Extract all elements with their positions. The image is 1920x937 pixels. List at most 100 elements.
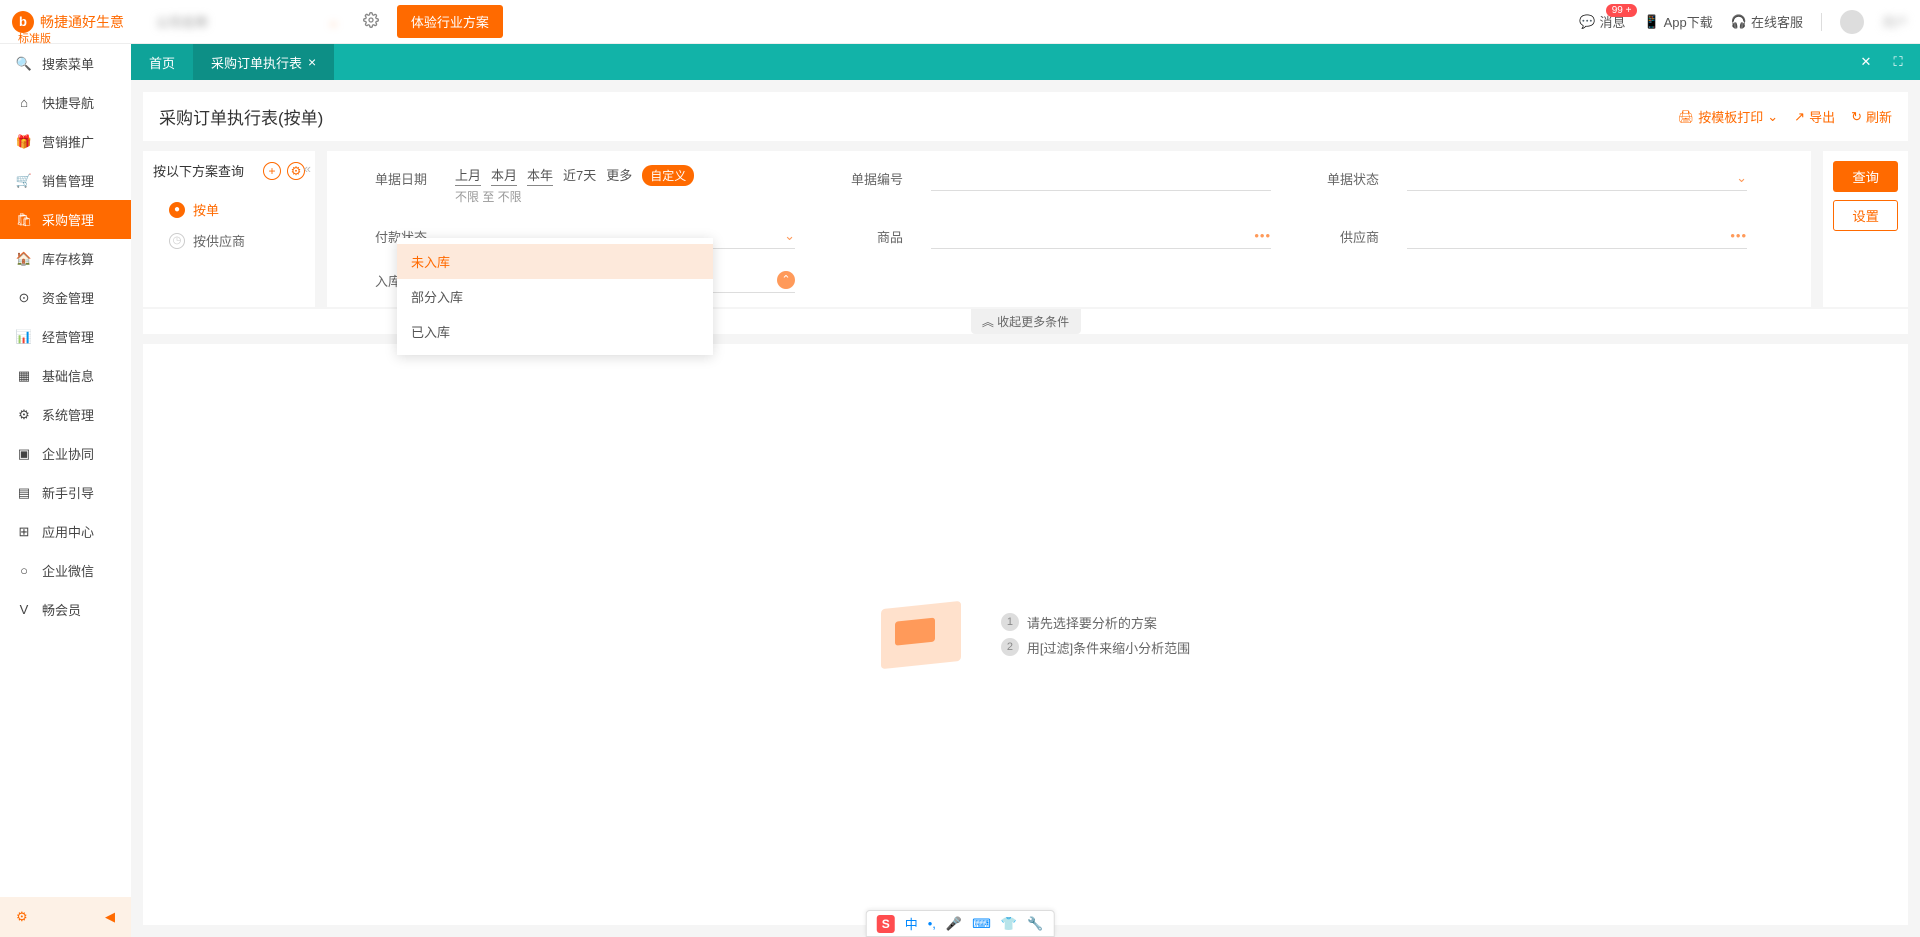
app-download-button[interactable]: 📱 App下载 — [1643, 12, 1712, 31]
book-icon: ▤ — [16, 485, 32, 501]
sidebar-item-finance[interactable]: ⊙资金管理 — [0, 278, 131, 317]
mobile-icon: 📱 — [1643, 14, 1659, 30]
ime-tools-icon[interactable]: 🔧 — [1027, 916, 1043, 932]
date-range: 不限 至 不限 — [455, 188, 795, 205]
instock-dropdown: 未入库 部分入库 已入库 — [397, 238, 713, 355]
query-panel: 按以下方案查询 + ⚙ « ●按单 ◷按供应商 — [143, 151, 315, 307]
logo-text: 畅捷通好生意 — [40, 12, 124, 32]
settings-icon: ⚙ — [16, 407, 32, 423]
chevron-up-icon: ⌃ — [777, 271, 795, 289]
bag-icon: 🛍 — [16, 212, 32, 228]
scheme-settings-icon[interactable]: ⚙ — [287, 162, 305, 180]
add-scheme-icon[interactable]: + — [263, 162, 281, 180]
sidebar-item-business[interactable]: 📊经营管理 — [0, 317, 131, 356]
ime-logo-icon[interactable]: S — [877, 915, 895, 933]
vip-icon: V — [16, 602, 32, 618]
double-up-icon: ︽ — [982, 315, 997, 329]
ime-voice-icon[interactable]: 🎤 — [946, 916, 962, 932]
team-icon: ▣ — [16, 446, 32, 462]
date-tab-7days[interactable]: 近7天 — [563, 165, 596, 186]
date-tab-more[interactable]: 更多 — [606, 165, 632, 186]
date-tab-lastmonth[interactable]: 上月 — [455, 165, 481, 186]
sidebar-item-marketing[interactable]: 🎁营销推广 — [0, 122, 131, 161]
search-icon: 🔍 — [16, 56, 32, 72]
query-button[interactable]: 查询 — [1833, 161, 1898, 192]
date-tab-thismonth[interactable]: 本月 — [491, 165, 517, 186]
dropdown-option[interactable]: 已入库 — [397, 314, 713, 349]
sidebar-item-wechat[interactable]: ○企业微信 — [0, 551, 131, 590]
username: 用户 — [1882, 12, 1908, 31]
cta-button[interactable]: 体验行业方案 — [397, 5, 503, 38]
collapse-sidebar-icon[interactable]: ◀ — [105, 909, 115, 925]
collapse-filters-button[interactable]: ︽ 收起更多条件 — [971, 309, 1081, 334]
supplier-select[interactable]: ••• — [1407, 223, 1747, 249]
scheme-by-supplier[interactable]: ◷按供应商 — [169, 225, 305, 256]
sidebar-item-enterprise[interactable]: ▣企业协同 — [0, 434, 131, 473]
empty-step-1: 1请先选择要分析的方案 — [1001, 613, 1190, 632]
sidebar-item-purchase[interactable]: 🛍采购管理 — [0, 200, 131, 239]
apps-icon: ⊞ — [16, 524, 32, 540]
sidebar-item-quicknav[interactable]: ⌂快捷导航 — [0, 83, 131, 122]
chevron-down-icon: ⌄ — [1767, 109, 1778, 125]
refresh-button[interactable]: ↻刷新 — [1851, 107, 1892, 126]
sidebar-footer: ⚙ ◀ — [0, 897, 131, 937]
collapse-panel-icon[interactable]: « — [304, 161, 311, 176]
ime-punct-icon[interactable]: •, — [928, 916, 936, 931]
refresh-icon: ↻ — [1851, 109, 1862, 125]
code-input[interactable] — [931, 165, 1271, 191]
cart-icon: 🛒 — [16, 173, 32, 189]
goods-select[interactable]: ••• — [931, 223, 1271, 249]
tabs-bar: 首页 采购订单执行表 × ✕ ⛶ — [131, 44, 1920, 80]
sidebar-item-sales[interactable]: 🛒销售管理 — [0, 161, 131, 200]
dropdown-option[interactable]: 部分入库 — [397, 279, 713, 314]
empty-step-2: 2用[过滤]条件来缩小分析范围 — [1001, 638, 1190, 657]
supplier-label: 供应商 — [1299, 223, 1379, 246]
support-button[interactable]: 🎧 在线客服 — [1731, 12, 1803, 31]
avatar[interactable] — [1840, 10, 1864, 34]
page-header: 采购订单执行表(按单) 🖨按模板打印 ⌄ ↗导出 ↻刷新 — [143, 92, 1908, 141]
ime-skin-icon[interactable]: 👕 — [1001, 916, 1017, 932]
status-select[interactable]: ⌄ — [1407, 165, 1747, 191]
sidebar-item-inventory[interactable]: 🏠库存核算 — [0, 239, 131, 278]
scheme-by-order[interactable]: ●按单 — [169, 194, 305, 225]
sidebar-item-search[interactable]: 🔍搜索菜单 — [0, 44, 131, 83]
money-icon: ⊙ — [16, 290, 32, 306]
footer-gear-icon[interactable]: ⚙ — [16, 909, 28, 925]
message-badge: 99 + — [1606, 4, 1638, 17]
sidebar-item-system[interactable]: ⚙系统管理 — [0, 395, 131, 434]
header-right: 💬 消息 99 + 📱 App下载 🎧 在线客服 用户 — [1579, 10, 1908, 34]
query-panel-title: 按以下方案查询 + ⚙ — [153, 161, 305, 180]
settings-button[interactable]: 设置 — [1833, 200, 1898, 231]
sidebar-item-basic[interactable]: ▦基础信息 — [0, 356, 131, 395]
sidebar-item-guide[interactable]: ▤新手引导 — [0, 473, 131, 512]
print-button[interactable]: 🖨按模板打印 ⌄ — [1678, 107, 1778, 126]
headset-icon: 🎧 — [1731, 14, 1747, 30]
date-tab-custom[interactable]: 自定义 — [642, 165, 694, 186]
close-icon[interactable]: × — [308, 54, 316, 70]
action-buttons: 查询 设置 — [1823, 151, 1908, 307]
dropdown-option[interactable]: 未入库 — [397, 244, 713, 279]
ime-lang[interactable]: 中 — [905, 914, 918, 933]
ime-keyboard-icon[interactable]: ⌨ — [972, 916, 991, 932]
date-tab-thisyear[interactable]: 本年 — [527, 165, 553, 186]
results-area: 1请先选择要分析的方案 2用[过滤]条件来缩小分析范围 — [143, 344, 1908, 925]
export-button[interactable]: ↗导出 — [1794, 107, 1835, 126]
fullscreen-icon[interactable]: ⛶ — [1884, 48, 1912, 76]
date-label: 单据日期 — [347, 165, 427, 188]
empty-illustration — [861, 585, 981, 685]
sidebar-item-member[interactable]: V畅会员 — [0, 590, 131, 629]
message-icon: 💬 — [1579, 14, 1595, 30]
gear-icon[interactable] — [363, 12, 379, 31]
goods-label: 商品 — [823, 223, 903, 246]
tab-home[interactable]: 首页 — [131, 44, 193, 80]
company-select[interactable]: 公司名称 ⌄ — [156, 12, 339, 31]
date-filter: 上月 本月 本年 近7天 更多 自定义 不限 至 不限 — [455, 165, 795, 205]
sidebar: 🔍搜索菜单 ⌂快捷导航 🎁营销推广 🛒销售管理 🛍采购管理 🏠库存核算 ⊙资金管… — [0, 44, 131, 937]
messages-button[interactable]: 💬 消息 99 + — [1579, 12, 1625, 31]
wechat-icon: ○ — [16, 563, 32, 579]
close-all-icon[interactable]: ✕ — [1852, 48, 1880, 76]
page-actions: 🖨按模板打印 ⌄ ↗导出 ↻刷新 — [1678, 107, 1892, 126]
tab-purchase-exec[interactable]: 采购订单执行表 × — [193, 44, 334, 80]
more-icon: ••• — [1254, 228, 1271, 243]
sidebar-item-apps[interactable]: ⊞应用中心 — [0, 512, 131, 551]
